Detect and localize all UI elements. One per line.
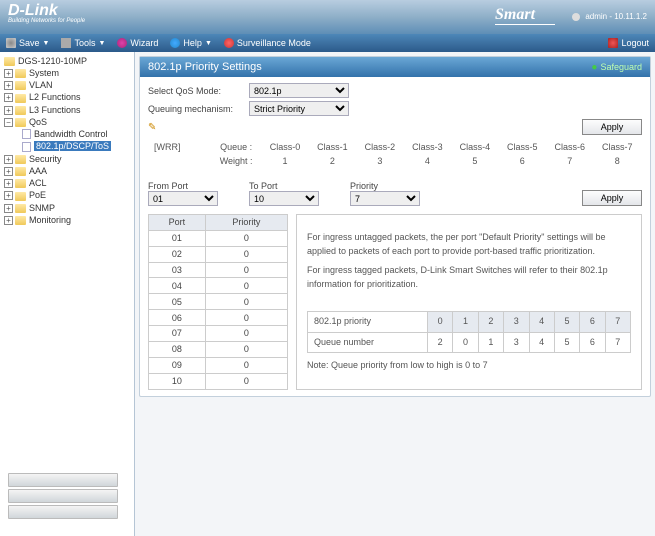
menu-help[interactable]: Help▼ [170,38,211,48]
apply-port-button[interactable]: Apply [582,190,642,206]
logo-text: D-Link [8,2,58,19]
admin-text: admin - 10.11.1.2 [585,12,647,21]
surveillance-icon [224,38,234,48]
menubar: Save▼ Tools▼ Wizard Help▼ Surveillance M… [0,34,655,52]
apply-qos-button[interactable]: Apply [582,119,642,135]
info-p1: For ingress untagged packets, the per po… [307,231,631,258]
note: Note: Queue priority from low to high is… [307,359,631,373]
tree-monitoring[interactable]: +Monitoring [2,214,132,226]
tree-l2[interactable]: +L2 Functions [2,91,132,103]
table-row: 010 [149,230,288,246]
wizard-icon [117,38,127,48]
admin-info: admin - 10.11.1.2 [572,12,647,21]
main-content: 802.1p Priority Settings Safeguard Selec… [135,52,655,536]
menu-tools[interactable]: Tools▼ [61,38,105,48]
panel-header: 802.1p Priority Settings Safeguard [140,57,650,77]
tree-8021p[interactable]: 802.1p/DSCP/ToS [2,140,132,153]
port-priority-table: PortPriority 010 020 030 040 050 060 070… [148,214,288,390]
info-box: For ingress untagged packets, the per po… [296,214,642,390]
table-row: 040 [149,278,288,294]
qos-mode-label: Select QoS Mode: [148,86,243,96]
to-port-select[interactable]: 10 [249,191,319,206]
table-row: 100 [149,373,288,389]
safeguard-badge: Safeguard [591,62,642,73]
table-row: 050 [149,294,288,310]
tree-system[interactable]: +System [2,67,132,79]
app-header: D-Link Building Networks for People Smar… [0,0,655,34]
user-icon [572,13,580,21]
queuing-label: Queuing mechanism: [148,104,243,114]
info-p2: For ingress tagged packets, D-Link Smart… [307,264,631,291]
qos-mode-select[interactable]: 802.1p [249,83,349,98]
table-row: 080 [149,341,288,357]
queue-map-table: 802.1p priority 0123 4567 Queue number 2… [307,311,631,353]
from-port-select[interactable]: 01 [148,191,218,206]
table-row: 020 [149,246,288,262]
tree-vlan[interactable]: +VLAN [2,79,132,91]
nav-tree: DGS-1210-10MP +System +VLAN +L2 Function… [0,52,134,229]
table-row: 090 [149,357,288,373]
tree-bandwidth[interactable]: Bandwidth Control [2,128,132,141]
from-port-label: From Port [148,181,243,191]
sidebar: DGS-1210-10MP +System +VLAN +L2 Function… [0,52,135,536]
tree-device[interactable]: DGS-1210-10MP [2,55,132,67]
wrr-table: [WRR]Queue : Class-0Class-1Class-2Class-… [148,139,642,169]
tree-security[interactable]: +Security [2,153,132,165]
device-image [8,473,118,528]
tree-snmp[interactable]: +SNMP [2,202,132,214]
tree-acl[interactable]: +ACL [2,177,132,189]
settings-panel: 802.1p Priority Settings Safeguard Selec… [139,56,651,397]
table-row: 070 [149,326,288,342]
table-row: 030 [149,262,288,278]
panel-title: 802.1p Priority Settings [148,61,262,73]
help-icon [170,38,180,48]
tools-icon [61,38,71,48]
menu-save[interactable]: Save▼ [6,38,49,48]
priority-select[interactable]: 7 [350,191,420,206]
logo: D-Link Building Networks for People [8,2,85,24]
tree-l3[interactable]: +L3 Functions [2,104,132,116]
menu-surveillance[interactable]: Surveillance Mode [224,38,311,48]
tree-qos[interactable]: −QoS [2,116,132,128]
tree-poe[interactable]: +PoE [2,189,132,201]
logo-tagline: Building Networks for People [8,18,85,24]
edit-icon[interactable]: ✎ [148,122,156,133]
smart-logo: Smart [495,6,555,25]
menu-wizard[interactable]: Wizard [117,38,158,48]
priority-label: Priority [350,181,445,191]
table-row: 060 [149,310,288,326]
menu-logout[interactable]: Logout [608,38,649,48]
to-port-label: To Port [249,181,344,191]
save-icon [6,38,16,48]
queuing-select[interactable]: Strict Priority [249,101,349,116]
logout-icon [608,38,618,48]
tree-aaa[interactable]: +AAA [2,165,132,177]
